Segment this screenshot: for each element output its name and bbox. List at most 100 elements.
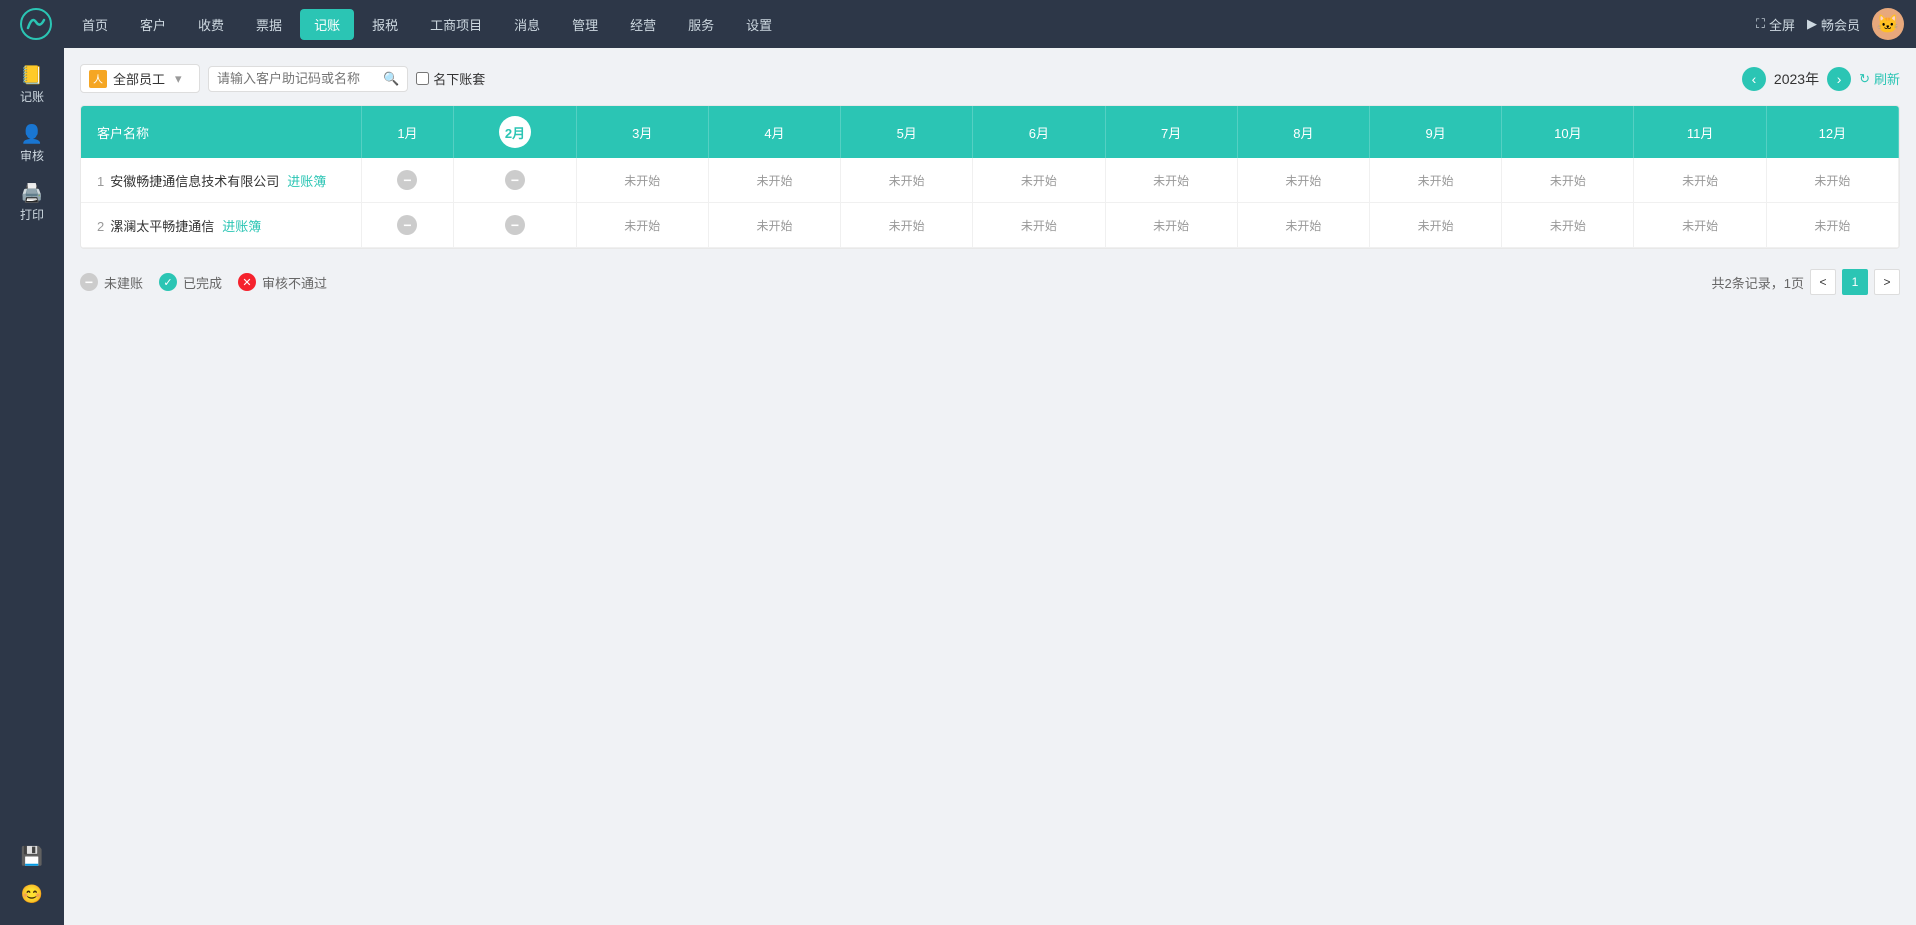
- enter-ledger-link[interactable]: 进账簿: [222, 219, 261, 234]
- table-header-row: 客户名称 1月 2月 3月 4月: [81, 106, 1899, 158]
- search-icon[interactable]: 🔍: [383, 71, 399, 87]
- client-name: 漯澜太平畅捷通信: [110, 219, 214, 234]
- search-box: 🔍: [208, 66, 408, 92]
- month-cell-10[interactable]: 未开始: [1502, 158, 1634, 203]
- status-dash-icon: −: [505, 215, 525, 235]
- header-month-10: 10月: [1502, 106, 1634, 158]
- not-started-label: 未开始: [889, 174, 925, 188]
- current-page-button[interactable]: 1: [1842, 269, 1868, 295]
- my-accounts-checkbox[interactable]: 名下账套: [416, 69, 485, 88]
- vip-button[interactable]: ▶ 畅会员: [1807, 15, 1860, 34]
- month-cell-9[interactable]: 未开始: [1370, 158, 1502, 203]
- month-cell-1[interactable]: −: [361, 158, 454, 203]
- not-started-label: 未开始: [1814, 219, 1850, 233]
- top-nav: 首页 客户 收费 票据 记账 报税 工商项目 消息 管理 经营 服务 设置 ⛶ …: [0, 0, 1916, 48]
- month-cell-12[interactable]: 未开始: [1766, 158, 1898, 203]
- fullscreen-button[interactable]: ⛶ 全屏: [1756, 15, 1795, 34]
- sidebar-item-audit[interactable]: 👤 审核: [0, 115, 64, 174]
- nav-home[interactable]: 首页: [68, 9, 122, 40]
- legend-completed-label: 已完成: [183, 273, 222, 292]
- my-accounts-check-input[interactable]: [416, 72, 429, 85]
- month-cell-12[interactable]: 未开始: [1766, 203, 1898, 248]
- month-cell-6[interactable]: 未开始: [973, 158, 1105, 203]
- month-cell-11[interactable]: 未开始: [1634, 158, 1766, 203]
- nav-invoice[interactable]: 票据: [242, 9, 296, 40]
- month-cell-3[interactable]: 未开始: [576, 203, 708, 248]
- nav-bookkeeping[interactable]: 记账: [300, 9, 354, 40]
- legend-completed: ✓ 已完成: [159, 273, 222, 292]
- not-built-icon: −: [80, 273, 98, 291]
- nav-business[interactable]: 工商项目: [416, 9, 496, 40]
- not-started-label: 未开始: [1418, 219, 1454, 233]
- not-started-label: 未开始: [624, 174, 660, 188]
- nav-settings[interactable]: 设置: [732, 9, 786, 40]
- month-cell-2[interactable]: −: [454, 158, 576, 203]
- table-scroll[interactable]: 客户名称 1月 2月 3月 4月: [81, 106, 1899, 248]
- header-month-3: 3月: [576, 106, 708, 158]
- nav-service[interactable]: 服务: [674, 9, 728, 40]
- month-cell-2[interactable]: −: [454, 203, 576, 248]
- month-cell-3[interactable]: 未开始: [576, 158, 708, 203]
- logo-icon: [20, 8, 52, 40]
- header-month-5: 5月: [841, 106, 973, 158]
- sidebar-item-user[interactable]: 😊: [21, 875, 43, 913]
- sidebar-item-bookkeeping[interactable]: 📒 记账: [0, 56, 64, 115]
- next-page-button[interactable]: >: [1874, 269, 1900, 295]
- toolbar: 人 全部员工 ▾ 🔍 名下账套 ‹ 2023年 › ↻ 刷新: [80, 64, 1900, 93]
- nav-operation[interactable]: 经营: [616, 9, 670, 40]
- not-started-label: 未开始: [1021, 219, 1057, 233]
- month-cell-8[interactable]: 未开始: [1237, 203, 1369, 248]
- bookkeeping-table: 客户名称 1月 2月 3月 4月: [81, 106, 1899, 248]
- not-started-label: 未开始: [1550, 219, 1586, 233]
- month-cell-4[interactable]: 未开始: [708, 158, 840, 203]
- sidebar-label-print: 打印: [20, 206, 44, 223]
- header-month-2: 2月: [454, 106, 576, 158]
- status-dash-icon: −: [397, 170, 417, 190]
- nav-client[interactable]: 客户: [126, 9, 180, 40]
- header-month-7: 7月: [1105, 106, 1237, 158]
- prev-year-button[interactable]: ‹: [1742, 67, 1766, 91]
- employee-icon: 人: [89, 70, 107, 88]
- vip-label: 畅会员: [1821, 15, 1860, 34]
- not-started-label: 未开始: [1153, 174, 1189, 188]
- month-cell-10[interactable]: 未开始: [1502, 203, 1634, 248]
- sidebar-bottom: 💾 😊: [21, 837, 43, 925]
- refresh-button[interactable]: ↻ 刷新: [1859, 69, 1900, 88]
- header-month-6: 6月: [973, 106, 1105, 158]
- avatar[interactable]: 🐱: [1872, 8, 1904, 40]
- prev-page-button[interactable]: <: [1810, 269, 1836, 295]
- status-dash-icon: −: [397, 215, 417, 235]
- next-year-button[interactable]: ›: [1827, 67, 1851, 91]
- month-cell-4[interactable]: 未开始: [708, 203, 840, 248]
- employee-select[interactable]: 人 全部员工 ▾: [80, 64, 200, 93]
- header-month-12: 12月: [1766, 106, 1898, 158]
- nav-fee[interactable]: 收费: [184, 9, 238, 40]
- download-icon: 💾: [21, 847, 43, 865]
- month-cell-7[interactable]: 未开始: [1105, 158, 1237, 203]
- enter-ledger-link[interactable]: 进账簿: [287, 174, 326, 189]
- month-cell-8[interactable]: 未开始: [1237, 158, 1369, 203]
- search-input[interactable]: [217, 71, 377, 86]
- nav-message[interactable]: 消息: [500, 9, 554, 40]
- nav-manage[interactable]: 管理: [558, 9, 612, 40]
- not-started-label: 未开始: [1285, 219, 1321, 233]
- month-cell-6[interactable]: 未开始: [973, 203, 1105, 248]
- nav-items: 首页 客户 收费 票据 记账 报税 工商项目 消息 管理 经营 服务 设置: [68, 9, 1756, 40]
- month-cell-11[interactable]: 未开始: [1634, 203, 1766, 248]
- client-name-cell: 1安徽畅捷通信息技术有限公司进账簿: [81, 158, 361, 203]
- client-name-cell: 2漯澜太平畅捷通信进账簿: [81, 203, 361, 248]
- month-cell-9[interactable]: 未开始: [1370, 203, 1502, 248]
- sidebar-item-print[interactable]: 🖨️ 打印: [0, 174, 64, 233]
- table-row: 2漯澜太平畅捷通信进账簿−−未开始未开始未开始未开始未开始未开始未开始未开始未开…: [81, 203, 1899, 248]
- month-cell-5[interactable]: 未开始: [841, 203, 973, 248]
- legend-not-built: − 未建账: [80, 273, 143, 292]
- not-started-label: 未开始: [1682, 174, 1718, 188]
- header-month-8: 8月: [1237, 106, 1369, 158]
- nav-tax[interactable]: 报税: [358, 9, 412, 40]
- status-dash-icon: −: [505, 170, 525, 190]
- month-cell-5[interactable]: 未开始: [841, 158, 973, 203]
- sidebar-item-download[interactable]: 💾: [21, 837, 43, 875]
- month-cell-1[interactable]: −: [361, 203, 454, 248]
- refresh-label: 刷新: [1874, 69, 1900, 88]
- month-cell-7[interactable]: 未开始: [1105, 203, 1237, 248]
